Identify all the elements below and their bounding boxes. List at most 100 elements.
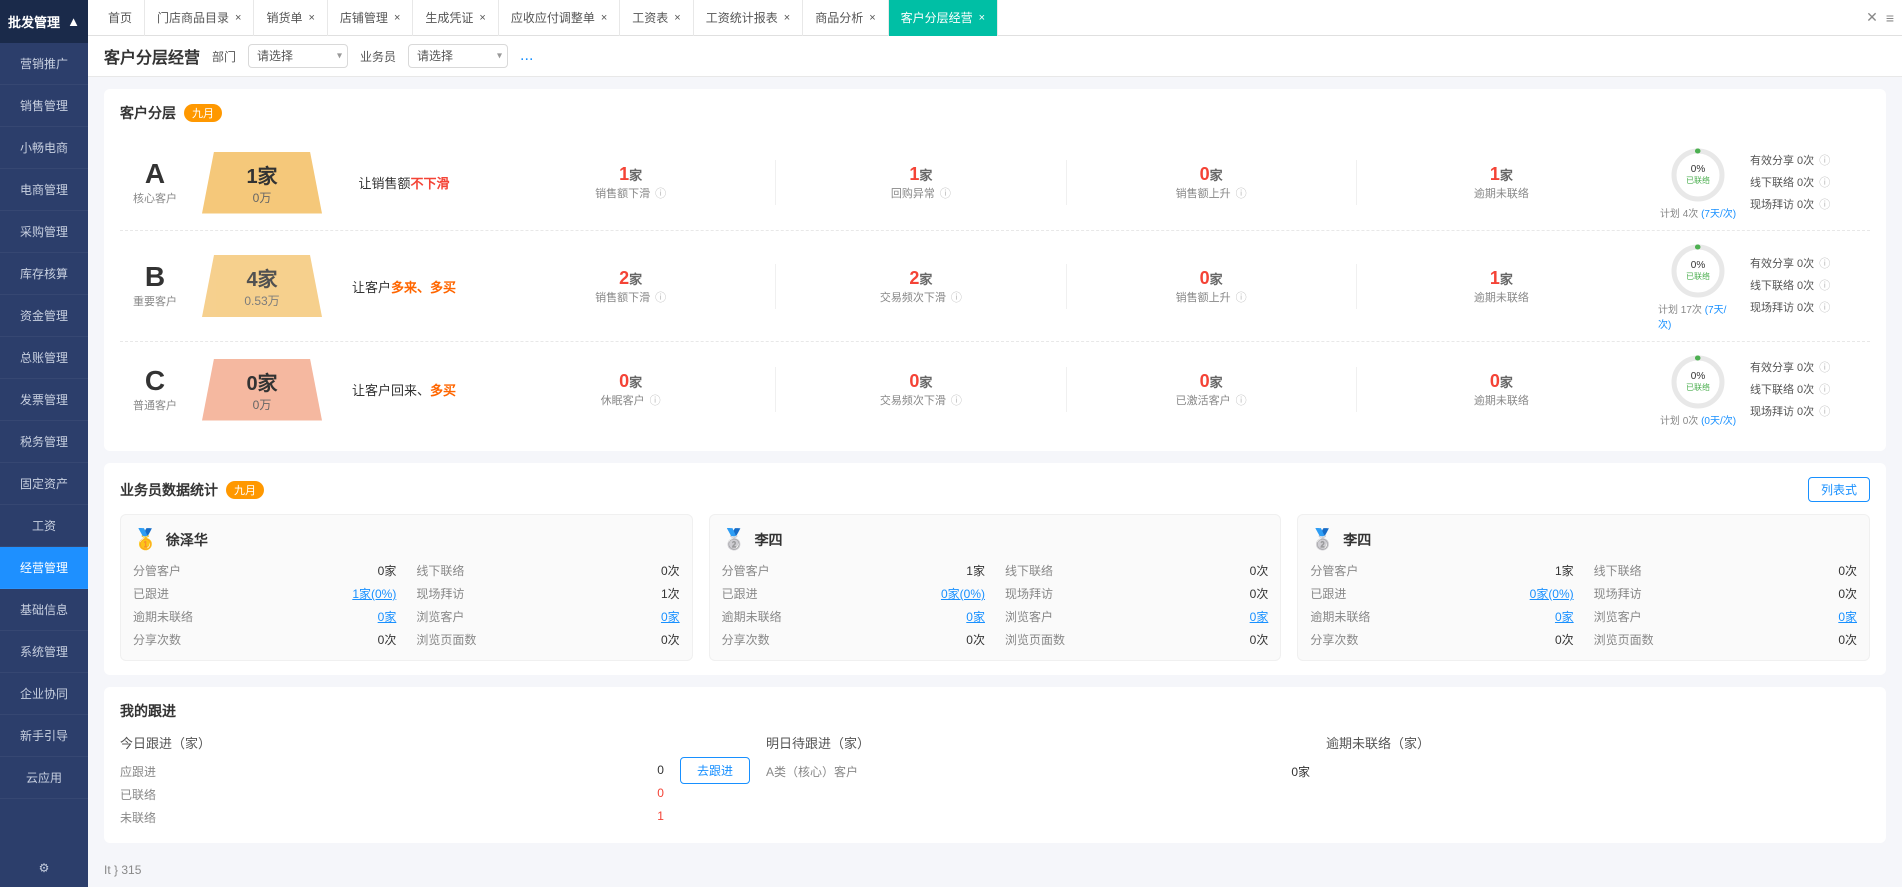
sidebar-item-工资[interactable]: 工资 — [0, 505, 88, 547]
rep-stat-value[interactable]: 0家(0%) — [1530, 585, 1574, 602]
tier-stat-unit: 家 — [629, 272, 642, 287]
sidebar-item-营销推广[interactable]: 营销推广 — [0, 43, 88, 85]
sidebar-item-经营管理[interactable]: 经营管理 — [0, 547, 88, 589]
info-icon[interactable]: ⓘ — [940, 185, 951, 201]
rep-stat-value[interactable]: 0家 — [378, 608, 397, 625]
info-icon[interactable]: ⓘ — [1819, 302, 1830, 314]
sidebar-settings[interactable]: ⚙ — [0, 849, 88, 887]
circle-plan-link[interactable]: (0天/次) — [1701, 416, 1736, 427]
dept-select-wrapper: 请选择 — [248, 44, 348, 68]
sidebar-header[interactable]: 批发管理 ▲ — [0, 0, 88, 43]
sidebar-item-新手引导[interactable]: 新手引导 — [0, 715, 88, 757]
follow-row-value: 0家 — [1291, 763, 1310, 780]
tab-店铺管理[interactable]: 店铺管理× — [328, 0, 413, 36]
info-icon[interactable]: ⓘ — [1236, 392, 1247, 408]
tab-close-店铺管理[interactable]: × — [394, 12, 400, 24]
info-icon[interactable]: ⓘ — [1819, 280, 1830, 292]
rep-stat-label: 线下联络 — [1005, 562, 1053, 579]
rep-stat-value[interactable]: 0家 — [1838, 608, 1857, 625]
tab-销货单[interactable]: 销货单× — [254, 0, 327, 36]
rep-stat-label: 现场拜访 — [416, 585, 464, 602]
go-follow-btn[interactable]: 去跟进 — [680, 757, 750, 784]
rep-stat-value: 0次 — [1250, 585, 1269, 602]
rep-stat-row: 浏览客户0家 — [416, 608, 679, 625]
sidebar-item-库存核算[interactable]: 库存核算 — [0, 253, 88, 295]
today-follow-title: 今日跟进（家） — [120, 733, 664, 752]
dept-select[interactable]: 请选择 — [248, 44, 348, 68]
tab-close-门店商品目录[interactable]: × — [235, 12, 241, 24]
tab-more-icon[interactable]: ≡ — [1886, 10, 1894, 26]
sidebar-collapse-icon[interactable]: ▲ — [67, 14, 80, 29]
svg-text:已联络: 已联络 — [1686, 382, 1710, 392]
rep-stat-value[interactable]: 0家 — [1555, 608, 1574, 625]
tier-stat-count: 1家 — [784, 164, 1057, 185]
tier-amount: 0万 — [253, 189, 272, 206]
rep-stat-value[interactable]: 0家 — [966, 608, 985, 625]
info-icon[interactable]: ⓘ — [1819, 155, 1830, 167]
sidebar-item-固定资产[interactable]: 固定资产 — [0, 463, 88, 505]
tier-stat-item: 0家销售额上升ⓘ — [1067, 160, 1357, 205]
info-icon[interactable]: ⓘ — [1819, 362, 1830, 374]
info-icon[interactable]: ⓘ — [655, 185, 666, 201]
tab-close-应收应付调整单[interactable]: × — [601, 12, 607, 24]
info-icon[interactable]: ⓘ — [1236, 185, 1247, 201]
sidebar-item-企业协同[interactable]: 企业协同 — [0, 673, 88, 715]
rep-stat-value: 0次 — [1250, 562, 1269, 579]
info-icon[interactable]: ⓘ — [1819, 199, 1830, 211]
tier-stat-item: 2家交易频次下滑ⓘ — [776, 264, 1066, 309]
rep-stat-value[interactable]: 0家(0%) — [941, 585, 985, 602]
agent-select[interactable]: 请选择 — [408, 44, 508, 68]
info-icon[interactable]: ⓘ — [1236, 289, 1247, 305]
tab-工资统计报表[interactable]: 工资统计报表× — [694, 0, 803, 36]
info-icon[interactable]: ⓘ — [1819, 177, 1830, 189]
tab-首页[interactable]: 首页 — [96, 0, 145, 36]
rep-card-header: 🥈李四 — [1310, 527, 1857, 552]
sidebar-item-税务管理[interactable]: 税务管理 — [0, 421, 88, 463]
sidebar-item-基础信息[interactable]: 基础信息 — [0, 589, 88, 631]
sidebar-item-总账管理[interactable]: 总账管理 — [0, 337, 88, 379]
tab-close-客户分层经营[interactable]: × — [979, 12, 985, 24]
tab-close-all-icon[interactable]: ✕ — [1866, 9, 1878, 26]
sidebar-item-小畅电商[interactable]: 小畅电商 — [0, 127, 88, 169]
info-icon[interactable]: ⓘ — [951, 289, 962, 305]
rep-stat-label: 已跟进 — [133, 585, 169, 602]
tab-close-工资表[interactable]: × — [674, 12, 680, 24]
agent-select-wrapper: 请选择 — [408, 44, 508, 68]
circle-plan-link[interactable]: (7天/次) — [1701, 209, 1736, 220]
tab-工资表[interactable]: 工资表× — [620, 0, 693, 36]
summary-line: 现场拜访 0次 ⓘ — [1750, 297, 1870, 319]
sidebar-item-销售管理[interactable]: 销售管理 — [0, 85, 88, 127]
sidebar-item-发票管理[interactable]: 发票管理 — [0, 379, 88, 421]
tomorrow-follow-col: 明日待跟进（家） A类（核心）客户0家 — [766, 733, 1310, 829]
svg-text:0%: 0% — [1691, 260, 1706, 271]
sidebar-item-资金管理[interactable]: 资金管理 — [0, 295, 88, 337]
list-view-btn[interactable]: 列表式 — [1808, 477, 1870, 502]
info-icon[interactable]: ⓘ — [650, 392, 661, 408]
sidebar-item-电商管理[interactable]: 电商管理 — [0, 169, 88, 211]
tab-close-商品分析[interactable]: × — [869, 12, 875, 24]
tab-close-生成凭证[interactable]: × — [479, 12, 485, 24]
tier-amount: 0.53万 — [244, 292, 279, 309]
circle-plan-link[interactable]: (7天/次) — [1658, 305, 1726, 331]
info-icon[interactable]: ⓘ — [655, 289, 666, 305]
rep-stat-value[interactable]: 0家 — [1250, 608, 1269, 625]
info-icon[interactable]: ⓘ — [951, 392, 962, 408]
tab-商品分析[interactable]: 商品分析× — [803, 0, 888, 36]
sidebar-item-系统管理[interactable]: 系统管理 — [0, 631, 88, 673]
tab-close-销货单[interactable]: × — [308, 12, 314, 24]
toolbar-more-btn[interactable]: ... — [520, 47, 533, 65]
rep-stat-value[interactable]: 0家 — [661, 608, 680, 625]
medal-icon: 🥈 — [722, 527, 747, 552]
tab-客户分层经营[interactable]: 客户分层经营× — [889, 0, 998, 36]
tab-应收应付调整单[interactable]: 应收应付调整单× — [499, 0, 620, 36]
info-icon[interactable]: ⓘ — [1819, 384, 1830, 396]
sidebar-item-云应用[interactable]: 云应用 — [0, 757, 88, 799]
rep-stat-value[interactable]: 1家(0%) — [352, 585, 396, 602]
info-icon[interactable]: ⓘ — [1819, 406, 1830, 418]
tab-close-工资统计报表[interactable]: × — [784, 12, 790, 24]
customer-section-title: 客户分层 — [120, 103, 176, 123]
tab-门店商品目录[interactable]: 门店商品目录× — [145, 0, 254, 36]
tab-生成凭证[interactable]: 生成凭证× — [413, 0, 498, 36]
sidebar-item-采购管理[interactable]: 采购管理 — [0, 211, 88, 253]
info-icon[interactable]: ⓘ — [1819, 258, 1830, 270]
